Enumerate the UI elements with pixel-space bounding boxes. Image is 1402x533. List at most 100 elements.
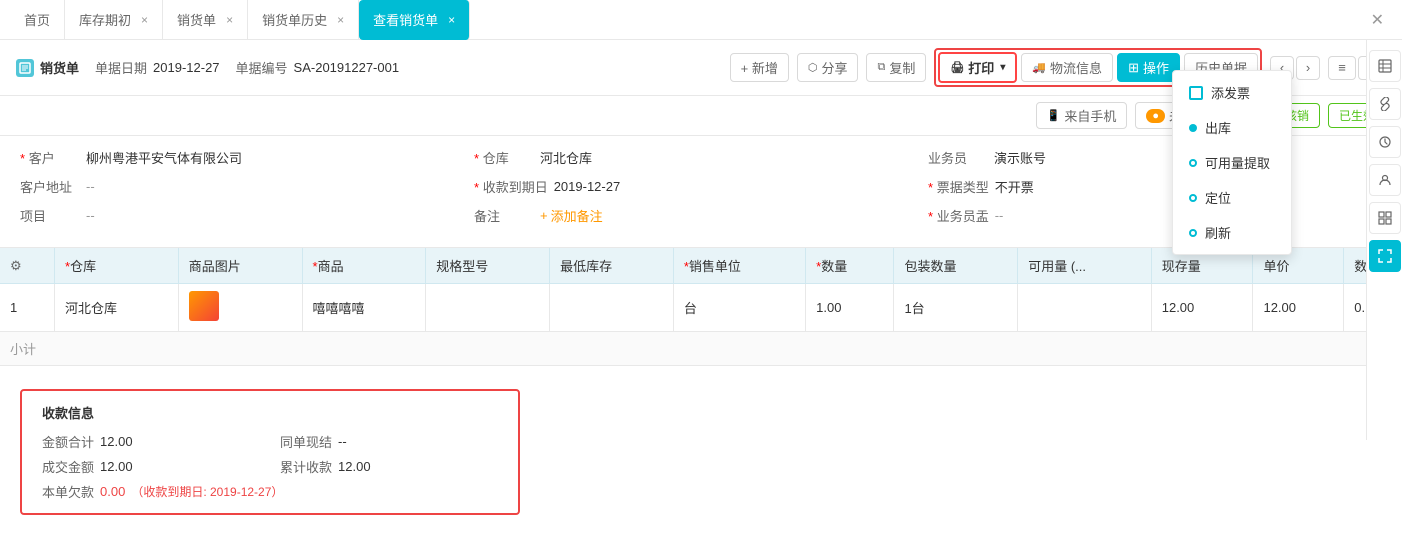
customer-field: * 客户 柳州粤港平安气体有限公司 — [20, 148, 474, 167]
address-label: 客户地址 — [20, 177, 80, 196]
row-product: 嘻嘻嘻嘻 — [302, 284, 426, 332]
product-image — [189, 291, 219, 321]
share-button[interactable]: ⬡ 分享 — [797, 53, 859, 82]
from-phone-button[interactable]: 📱 来自手机 — [1036, 102, 1128, 129]
row-min-stock — [550, 284, 674, 332]
warehouse-value: 河北仓库 — [540, 148, 592, 167]
total-amount-row: 金额合计 12.00 — [42, 432, 260, 451]
col-quantity: *数量 — [806, 248, 894, 284]
doc-number-meta: 单据编号 SA-20191227-001 — [236, 58, 400, 77]
dropdown-item-outbound[interactable]: 出库 — [1173, 110, 1291, 145]
plus-icon: + — [540, 208, 548, 223]
settings-icon[interactable]: ⚙ — [10, 258, 22, 273]
tab-sales-history-close[interactable]: × — [337, 13, 344, 27]
tab-inventory[interactable]: 库存期初 × — [65, 0, 163, 40]
project-label: 项目 — [20, 206, 80, 225]
copy-button[interactable]: ⧉ 复制 — [866, 53, 926, 82]
add-note-button[interactable]: + 添加备注 — [540, 206, 603, 225]
tab-sales-history[interactable]: 销货单历史 × — [248, 0, 359, 40]
available-icon — [1189, 159, 1197, 167]
payment-title: 收款信息 — [42, 403, 498, 422]
not-invoiced-badge: ● — [1146, 109, 1165, 123]
sidebar-link-btn[interactable] — [1369, 88, 1401, 120]
col-min-stock: 最低库存 — [550, 248, 674, 284]
note-label: 备注 — [474, 206, 534, 225]
dropdown-item-refresh[interactable]: 刷新 — [1173, 215, 1291, 250]
grid-icon: ⊞ — [1128, 60, 1139, 76]
warehouse-label: * 仓库 — [474, 148, 534, 167]
sidebar-table-btn[interactable] — [1369, 50, 1401, 82]
dropdown-item-location[interactable]: 定位 — [1173, 180, 1291, 215]
payment-grid: 金额合计 12.00 同单现结 -- 成交金额 12.00 累计收款 12.00… — [42, 432, 498, 501]
dropdown-item-invoice[interactable]: 添发票 — [1173, 75, 1291, 110]
list-view-btn[interactable]: ≡ — [1328, 56, 1356, 80]
print-dropdown-icon: ▾ — [1000, 62, 1005, 73]
invoice-type-field: * 票据类型 不开票 — [928, 177, 1382, 196]
col-warehouse: *仓库 — [55, 248, 179, 284]
same-order-label: 同单现结 — [280, 432, 332, 451]
transaction-label: 成交金额 — [42, 457, 94, 476]
tab-view-sales[interactable]: 查看销货单 × — [359, 0, 470, 40]
payment-date-field: * 收款到期日 2019-12-27 — [474, 177, 928, 196]
due-date-note: （收款到期日: 2019-12-27） — [131, 483, 283, 500]
col-image: 商品图片 — [178, 248, 302, 284]
col-product: *商品 — [302, 248, 426, 284]
data-table-wrapper: ⚙ *仓库 商品图片 *商品 规格型号 最低库存 *销售单位 *数量 包装数量 … — [0, 247, 1402, 379]
row-available — [1018, 284, 1152, 332]
payment-date-label: * 收款到期日 — [474, 177, 548, 196]
operate-button[interactable]: ⊞ 操作 — [1117, 53, 1180, 82]
staff-label: 业务员 — [928, 148, 988, 167]
transaction-amount-row: 成交金额 12.00 — [42, 457, 260, 476]
doc-date-meta: 单据日期 2019-12-27 — [95, 58, 220, 77]
project-field: 项目 -- — [20, 206, 474, 225]
row-quantity: 1.00 — [806, 284, 894, 332]
customer-label: * 客户 — [20, 148, 80, 167]
refresh-icon — [1189, 229, 1197, 237]
bottom-area: 收款信息 金额合计 12.00 同单现结 -- 成交金额 12.00 累计收款 … — [0, 379, 1402, 533]
copy-icon: ⧉ — [877, 61, 885, 74]
tab-inventory-close[interactable]: × — [141, 13, 148, 27]
cumulative-value: 12.00 — [338, 459, 371, 474]
same-order-row: 同单现结 -- — [280, 432, 498, 451]
subtotal-row: 小计 — [0, 332, 1402, 366]
print-icon: 🖨 — [950, 61, 964, 74]
share-icon: ⬡ — [808, 61, 818, 74]
tab-view-sales-close[interactable]: × — [448, 13, 455, 27]
col-sales-unit: *销售单位 — [673, 248, 805, 284]
sidebar-expand-btn[interactable] — [1369, 240, 1401, 272]
row-unit-price: 12.00 — [1253, 284, 1344, 332]
cumulative-label: 累计收款 — [280, 457, 332, 476]
print-button[interactable]: 🖨 打印 ▾ — [938, 52, 1017, 83]
row-pack-qty: 1台 — [894, 284, 1018, 332]
total-amount-value: 12.00 — [100, 434, 133, 449]
doc-type-icon — [16, 59, 34, 77]
location-icon — [1189, 194, 1197, 202]
tab-home[interactable]: 首页 — [10, 0, 65, 40]
tab-sales-close[interactable]: × — [226, 13, 233, 27]
current-due-row: 本单欠款 0.00 （收款到期日: 2019-12-27） — [42, 482, 498, 501]
sidebar-user-btn[interactable] — [1369, 164, 1401, 196]
customer-value: 柳州粤港平安气体有限公司 — [86, 148, 242, 167]
tab-sales[interactable]: 销货单 × — [163, 0, 248, 40]
sidebar-grid-btn[interactable] — [1369, 202, 1401, 234]
new-button[interactable]: + 新增 — [730, 53, 789, 82]
address-value: -- — [86, 179, 95, 194]
sidebar-circle-btn[interactable] — [1369, 126, 1401, 158]
window-close-button[interactable]: ✕ — [1363, 10, 1392, 30]
dropdown-item-available[interactable]: 可用量提取 — [1173, 145, 1291, 180]
invoice-type-value: 不开票 — [995, 177, 1034, 196]
phone-icon: 📱 — [1047, 109, 1061, 122]
payment-date-value: 2019-12-27 — [554, 179, 621, 194]
logistics-button[interactable]: 🚚 物流信息 — [1021, 53, 1113, 82]
warehouse-field: * 仓库 河北仓库 — [474, 148, 928, 167]
current-due-label: 本单欠款 — [42, 482, 94, 501]
staff-field: 业务员 演示账号 — [928, 148, 1382, 167]
invoice-icon — [1189, 86, 1203, 100]
next-arrow[interactable]: › — [1296, 56, 1320, 80]
staff2-label: * 业务员盂 — [928, 206, 989, 225]
transaction-value: 12.00 — [100, 459, 133, 474]
staff2-value: -- — [995, 208, 1004, 223]
same-order-value: -- — [338, 434, 347, 449]
truck-icon: 🚚 — [1032, 61, 1046, 74]
doc-title: 销货单 — [16, 58, 79, 77]
